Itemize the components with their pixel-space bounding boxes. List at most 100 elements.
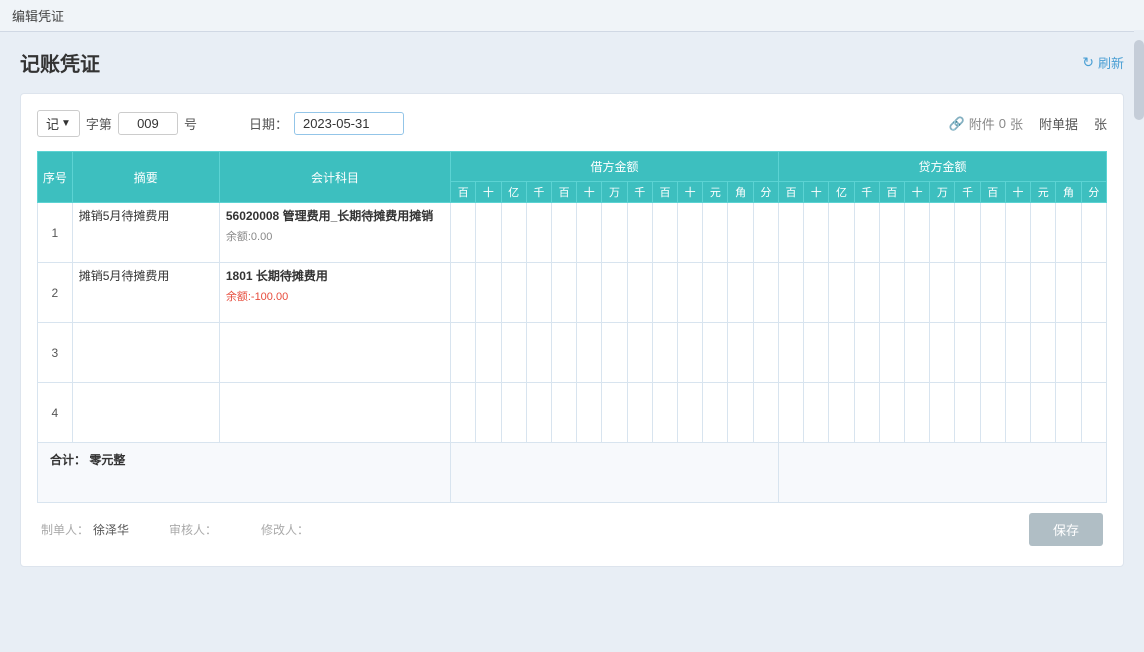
credit-cell-1-11[interactable] bbox=[1056, 263, 1081, 323]
credit-cell-3-3[interactable] bbox=[854, 383, 879, 443]
row-account-2[interactable] bbox=[219, 323, 450, 383]
credit-cell-0-7[interactable] bbox=[955, 203, 980, 263]
credit-cell-3-5[interactable] bbox=[905, 383, 930, 443]
debit-cell-1-6[interactable] bbox=[602, 263, 627, 323]
fu-dan-label[interactable]: 附单据 bbox=[1039, 114, 1078, 133]
credit-cell-2-0[interactable] bbox=[778, 323, 803, 383]
credit-cell-3-2[interactable] bbox=[829, 383, 854, 443]
credit-cell-1-0[interactable] bbox=[778, 263, 803, 323]
debit-cell-2-12[interactable] bbox=[753, 323, 778, 383]
debit-cell-0-2[interactable] bbox=[501, 203, 526, 263]
credit-cell-3-12[interactable] bbox=[1081, 383, 1106, 443]
debit-cell-0-12[interactable] bbox=[753, 203, 778, 263]
credit-cell-1-8[interactable] bbox=[980, 263, 1005, 323]
refresh-button[interactable]: ↻ 刷新 bbox=[1082, 53, 1124, 72]
credit-cell-0-1[interactable] bbox=[804, 203, 829, 263]
debit-cell-2-1[interactable] bbox=[476, 323, 501, 383]
debit-cell-0-0[interactable] bbox=[451, 203, 476, 263]
debit-cell-1-12[interactable] bbox=[753, 263, 778, 323]
debit-cell-3-6[interactable] bbox=[602, 383, 627, 443]
credit-cell-0-5[interactable] bbox=[905, 203, 930, 263]
credit-cell-2-4[interactable] bbox=[879, 323, 904, 383]
credit-cell-1-4[interactable] bbox=[879, 263, 904, 323]
debit-cell-2-4[interactable] bbox=[551, 323, 576, 383]
debit-cell-0-3[interactable] bbox=[526, 203, 551, 263]
debit-cell-0-6[interactable] bbox=[602, 203, 627, 263]
debit-cell-3-1[interactable] bbox=[476, 383, 501, 443]
debit-cell-0-10[interactable] bbox=[703, 203, 728, 263]
debit-cell-3-3[interactable] bbox=[526, 383, 551, 443]
credit-cell-0-6[interactable] bbox=[930, 203, 955, 263]
debit-cell-1-0[interactable] bbox=[451, 263, 476, 323]
credit-cell-2-1[interactable] bbox=[804, 323, 829, 383]
debit-cell-2-3[interactable] bbox=[526, 323, 551, 383]
credit-cell-1-5[interactable] bbox=[905, 263, 930, 323]
debit-cell-1-10[interactable] bbox=[703, 263, 728, 323]
credit-cell-0-11[interactable] bbox=[1056, 203, 1081, 263]
row-summary-2[interactable] bbox=[72, 323, 219, 383]
credit-cell-3-4[interactable] bbox=[879, 383, 904, 443]
debit-cell-1-1[interactable] bbox=[476, 263, 501, 323]
credit-cell-2-6[interactable] bbox=[930, 323, 955, 383]
credit-cell-0-8[interactable] bbox=[980, 203, 1005, 263]
credit-cell-2-8[interactable] bbox=[980, 323, 1005, 383]
debit-cell-0-11[interactable] bbox=[728, 203, 753, 263]
credit-cell-0-12[interactable] bbox=[1081, 203, 1106, 263]
credit-cell-2-9[interactable] bbox=[1005, 323, 1030, 383]
credit-cell-3-7[interactable] bbox=[955, 383, 980, 443]
debit-cell-0-8[interactable] bbox=[652, 203, 677, 263]
credit-cell-2-3[interactable] bbox=[854, 323, 879, 383]
debit-cell-1-5[interactable] bbox=[577, 263, 602, 323]
credit-cell-1-1[interactable] bbox=[804, 263, 829, 323]
debit-cell-3-5[interactable] bbox=[577, 383, 602, 443]
credit-cell-3-11[interactable] bbox=[1056, 383, 1081, 443]
debit-cell-3-12[interactable] bbox=[753, 383, 778, 443]
credit-cell-1-10[interactable] bbox=[1031, 263, 1056, 323]
debit-cell-2-9[interactable] bbox=[678, 323, 703, 383]
credit-cell-0-3[interactable] bbox=[854, 203, 879, 263]
credit-cell-0-9[interactable] bbox=[1005, 203, 1030, 263]
debit-cell-0-1[interactable] bbox=[476, 203, 501, 263]
row-account-0[interactable]: 56020008 管理费用_长期待摊费用摊销余额:0.00 bbox=[219, 203, 450, 263]
credit-cell-1-12[interactable] bbox=[1081, 263, 1106, 323]
debit-cell-1-11[interactable] bbox=[728, 263, 753, 323]
row-account-3[interactable] bbox=[219, 383, 450, 443]
credit-cell-1-7[interactable] bbox=[955, 263, 980, 323]
debit-cell-2-0[interactable] bbox=[451, 323, 476, 383]
credit-cell-3-8[interactable] bbox=[980, 383, 1005, 443]
row-summary-1[interactable]: 摊销5月待摊费用 bbox=[72, 263, 219, 323]
date-input[interactable] bbox=[294, 112, 404, 135]
debit-cell-3-9[interactable] bbox=[678, 383, 703, 443]
debit-cell-1-7[interactable] bbox=[627, 263, 652, 323]
attach-button[interactable]: 🔗 附件 0 张 bbox=[949, 114, 1023, 133]
credit-cell-2-2[interactable] bbox=[829, 323, 854, 383]
debit-cell-2-10[interactable] bbox=[703, 323, 728, 383]
debit-cell-1-4[interactable] bbox=[551, 263, 576, 323]
credit-cell-0-4[interactable] bbox=[879, 203, 904, 263]
credit-cell-3-0[interactable] bbox=[778, 383, 803, 443]
voucher-type-select[interactable]: 记 ▼ bbox=[37, 110, 80, 137]
debit-cell-0-9[interactable] bbox=[678, 203, 703, 263]
scrollbar-thumb[interactable] bbox=[1134, 40, 1144, 120]
debit-cell-1-3[interactable] bbox=[526, 263, 551, 323]
debit-cell-1-2[interactable] bbox=[501, 263, 526, 323]
debit-cell-3-4[interactable] bbox=[551, 383, 576, 443]
credit-cell-3-9[interactable] bbox=[1005, 383, 1030, 443]
credit-cell-2-11[interactable] bbox=[1056, 323, 1081, 383]
credit-cell-1-9[interactable] bbox=[1005, 263, 1030, 323]
debit-cell-2-5[interactable] bbox=[577, 323, 602, 383]
row-account-1[interactable]: 1801 长期待摊费用余额:-100.00 bbox=[219, 263, 450, 323]
debit-cell-0-7[interactable] bbox=[627, 203, 652, 263]
credit-cell-2-10[interactable] bbox=[1031, 323, 1056, 383]
credit-cell-3-10[interactable] bbox=[1031, 383, 1056, 443]
credit-cell-0-10[interactable] bbox=[1031, 203, 1056, 263]
debit-cell-3-7[interactable] bbox=[627, 383, 652, 443]
debit-cell-3-0[interactable] bbox=[451, 383, 476, 443]
credit-cell-0-2[interactable] bbox=[829, 203, 854, 263]
credit-cell-3-1[interactable] bbox=[804, 383, 829, 443]
credit-cell-2-7[interactable] bbox=[955, 323, 980, 383]
debit-cell-2-2[interactable] bbox=[501, 323, 526, 383]
debit-cell-2-6[interactable] bbox=[602, 323, 627, 383]
row-summary-3[interactable] bbox=[72, 383, 219, 443]
debit-cell-2-7[interactable] bbox=[627, 323, 652, 383]
